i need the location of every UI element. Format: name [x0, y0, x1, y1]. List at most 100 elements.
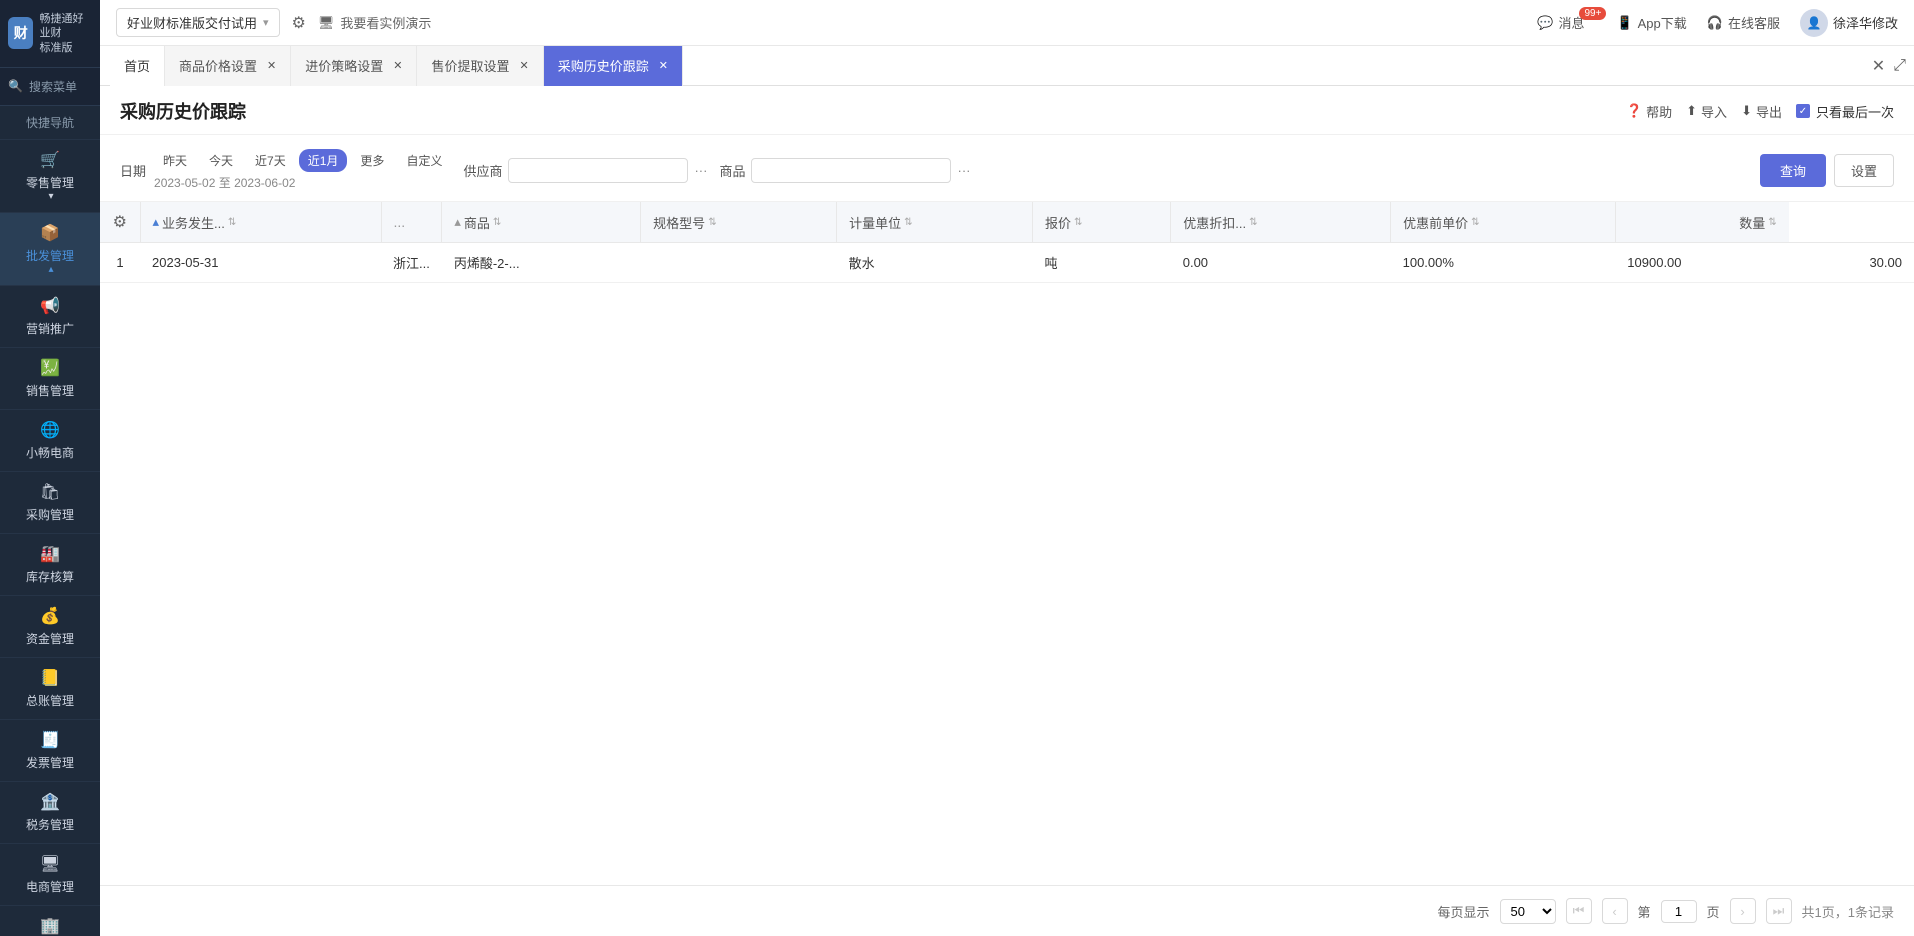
date-btn-yesterday[interactable]: 昨天	[154, 149, 196, 172]
tab-price-settings[interactable]: 商品价格设置 ✕	[165, 46, 291, 86]
next-page-btn[interactable]: ›	[1730, 898, 1756, 924]
cell-index: 1	[100, 243, 140, 283]
sidebar-item-wholesale[interactable]: 📦 批发管理 ▴	[0, 213, 100, 286]
th-biz-date[interactable]: ▴ 业务发生... ⇅	[140, 202, 381, 243]
table-row[interactable]: 1 2023-05-31 浙江... 丙烯酸-2-... 散水 吨 0.00 1…	[100, 243, 1914, 283]
cell-quantity: 30.00	[1789, 243, 1914, 283]
th-dots[interactable]: ...	[381, 202, 442, 243]
th-gear[interactable]: ⚙	[100, 202, 140, 243]
table-body: 1 2023-05-31 浙江... 丙烯酸-2-... 散水 吨 0.00 1…	[100, 243, 1914, 283]
wholesale-icon: 📦	[40, 223, 60, 243]
date-btn-last1m[interactable]: 近1月	[299, 149, 348, 172]
pagination-total: 共1页，1条记录	[1802, 902, 1894, 921]
import-btn[interactable]: ⬆ 导入	[1686, 102, 1727, 121]
user-menu[interactable]: 👤 徐泽华修改	[1800, 9, 1898, 37]
tab-purchase-strategy[interactable]: 进价策略设置 ✕	[291, 46, 417, 86]
version-selector-text: 好业财标准版交付试用	[127, 13, 257, 32]
product-label: 商品	[719, 161, 745, 180]
mobile-icon: 📱	[1616, 15, 1632, 31]
query-btn[interactable]: 查询	[1760, 154, 1826, 187]
pagination: 每页显示 50 20 100 200 ⏮ ‹ 第 页 › ⏭ 共1页，1条记录	[100, 885, 1914, 936]
table-container: ⚙ ▴ 业务发生... ⇅ ...	[100, 202, 1914, 885]
date-label: 日期	[120, 161, 146, 180]
date-btn-more[interactable]: 更多	[351, 149, 393, 172]
sidebar-item-tax[interactable]: 🏦 税务管理	[0, 782, 100, 844]
th-discount[interactable]: 优惠折扣... ⇅	[1171, 202, 1391, 243]
cell-supplier: 浙江...	[381, 243, 442, 283]
sidebar-item-invoice[interactable]: 🧾 发票管理	[0, 720, 100, 782]
sort-icon-prediscount: ⇅	[1471, 217, 1479, 228]
settings-btn[interactable]: 设置	[1834, 154, 1894, 187]
page-input[interactable]	[1661, 900, 1697, 923]
tax-icon: 🏦	[40, 792, 60, 812]
date-btn-last7[interactable]: 近7天	[246, 149, 295, 172]
topbar-settings-icon[interactable]: ⚙	[292, 13, 306, 33]
tab-close-purchase-history[interactable]: ✕	[659, 59, 668, 72]
topbar-demo[interactable]: 🖥 我要看实例演示	[318, 13, 432, 32]
sidebar-item-inventory[interactable]: 🏭 库存核算	[0, 534, 100, 596]
version-selector[interactable]: 好业财标准版交付试用 ▾	[116, 8, 280, 37]
cell-unit: 散水	[837, 243, 1033, 283]
message-btn[interactable]: 💬 消息 99+	[1537, 13, 1596, 32]
ecommerce-icon: 🖥	[40, 854, 60, 874]
page-unit: 页	[1707, 902, 1720, 921]
th-product[interactable]: ▴ 商品 ⇅	[442, 202, 641, 243]
date-btn-custom[interactable]: 自定义	[397, 149, 451, 172]
search-icon: 🔍	[8, 79, 23, 93]
filter-date-group: 日期 昨天 今天 近7天 近1月 更多 自定义 2023-05-02 至 202…	[120, 149, 451, 191]
close-tab-btn[interactable]: ✕	[1872, 56, 1885, 76]
tab-close-sale-extract[interactable]: ✕	[520, 59, 529, 72]
product-more-btn[interactable]: ···	[957, 163, 970, 178]
sidebar-item-sales[interactable]: 💹 销售管理	[0, 348, 100, 410]
tab-purchase-history[interactable]: 采购历史价跟踪 ✕	[544, 46, 683, 86]
chevron-down-icon: ▾	[263, 16, 269, 29]
sidebar-item-quick-nav[interactable]: 快捷导航	[0, 106, 100, 140]
last-page-btn[interactable]: ⏭	[1766, 898, 1792, 924]
date-btn-today[interactable]: 今天	[200, 149, 242, 172]
first-page-btn[interactable]: ⏮	[1566, 898, 1592, 924]
sidebar-item-finance[interactable]: 💰 资金管理	[0, 596, 100, 658]
tab-close-price-settings[interactable]: ✕	[267, 59, 276, 72]
page-content: 采购历史价跟踪 ❓ 帮助 ⬆ 导入 ⬇ 导出 ✓ 只看最后一次	[100, 86, 1914, 936]
th-quantity[interactable]: 数量 ⇅	[1615, 202, 1788, 243]
sidebar-item-ecommerce[interactable]: 🖥 电商管理	[0, 844, 100, 906]
sort-icon-biz-date: ⇅	[228, 217, 236, 228]
topbar: 好业财标准版交付试用 ▾ ⚙ 🖥 我要看实例演示 💬 消息 99+ 📱 App下…	[100, 0, 1914, 46]
per-page-select[interactable]: 50 20 100 200	[1500, 899, 1556, 924]
page-label: 第	[1638, 902, 1651, 921]
cell-price-unit: 吨	[1032, 243, 1170, 283]
th-price[interactable]: 报价 ⇅	[1032, 202, 1170, 243]
th-unit[interactable]: 计量单位 ⇅	[837, 202, 1033, 243]
last-only-checkbox[interactable]: ✓ 只看最后一次	[1796, 102, 1894, 121]
tabs-right: ✕ ⤢	[1872, 56, 1914, 76]
th-spec[interactable]: 规格型号 ⇅	[641, 202, 837, 243]
headset-icon: 🎧	[1707, 15, 1723, 31]
sort-icon-product: ⇅	[493, 217, 501, 228]
sidebar-item-ledger[interactable]: 📒 总账管理	[0, 658, 100, 720]
import-icon: ⬆	[1686, 103, 1697, 119]
expand-tab-btn[interactable]: ⤢	[1893, 57, 1906, 75]
supplier-input[interactable]	[508, 158, 688, 183]
app-download-btn[interactable]: 📱 App下载	[1616, 13, 1686, 32]
sidebar-logo: 财 畅捷通好业财 标准版	[0, 0, 100, 68]
sidebar-item-marketing[interactable]: 📢 营销推广	[0, 286, 100, 348]
sidebar-item-ecommerce-small[interactable]: 🌐 小畅电商	[0, 410, 100, 472]
sidebar-search[interactable]: 🔍 搜索菜单	[0, 68, 100, 106]
product-input[interactable]	[751, 158, 951, 183]
supplier-more-btn[interactable]: ···	[694, 163, 707, 178]
sort-icon-price: ⇅	[1074, 217, 1082, 228]
th-pre-discount-price[interactable]: 优惠前单价 ⇅	[1391, 202, 1616, 243]
sidebar-item-retail[interactable]: 🛒 零售管理 ▾	[0, 140, 100, 213]
tab-sale-extract[interactable]: 售价提取设置 ✕	[417, 46, 543, 86]
help-icon: ❓	[1626, 103, 1642, 119]
sidebar-item-assets[interactable]: 🏢 固定资产	[0, 906, 100, 936]
tab-close-purchase-strategy[interactable]: ✕	[393, 59, 402, 72]
filter-supplier-group: 供应商 ···	[463, 158, 707, 183]
sidebar-item-purchase[interactable]: 🛍 采购管理	[0, 472, 100, 534]
export-btn[interactable]: ⬇ 导出	[1741, 102, 1782, 121]
tab-home[interactable]: 首页	[110, 46, 165, 86]
logo-text1: 畅捷通好业财	[39, 12, 92, 41]
help-btn[interactable]: ❓ 帮助	[1626, 102, 1672, 121]
online-service-btn[interactable]: 🎧 在线客服	[1707, 13, 1780, 32]
prev-page-btn[interactable]: ‹	[1602, 898, 1628, 924]
